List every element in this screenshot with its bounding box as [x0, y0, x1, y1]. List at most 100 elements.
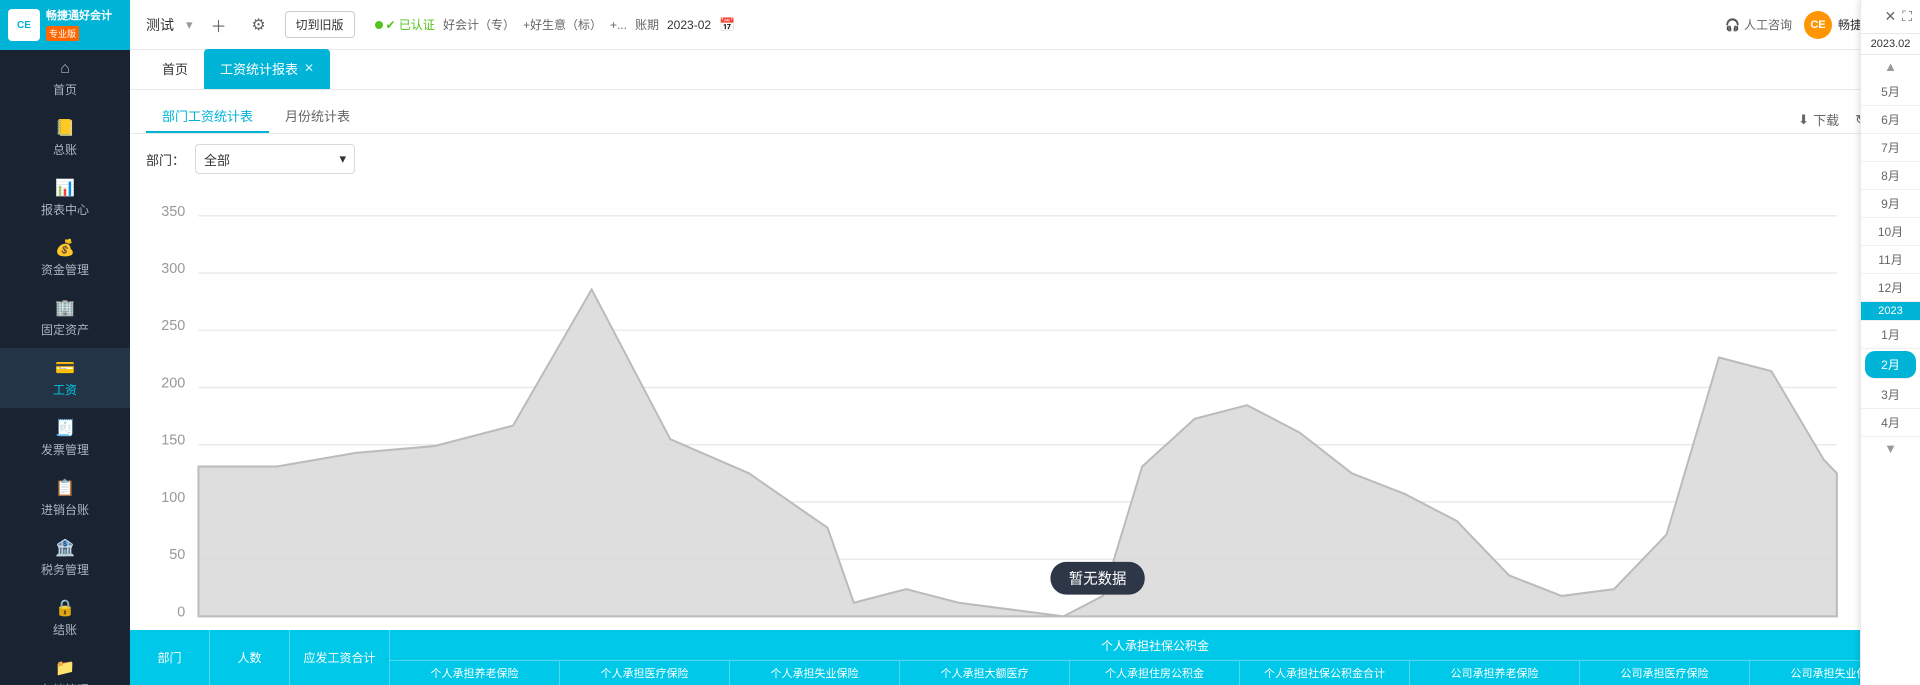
- sidebar-item-salary[interactable]: 💳 工资: [0, 348, 130, 408]
- good-business-text: +好生意（标）: [523, 16, 602, 33]
- sidebar-item-report-label: 报表中心: [41, 201, 89, 218]
- month-3[interactable]: 3月: [1861, 381, 1920, 409]
- right-panel: ✕ ⛶ 2023.02 ▲ 5月 6月 7月 8月 9月 10月 11月 12月…: [1860, 0, 1920, 685]
- subtab-dept[interactable]: 部门工资统计表: [146, 100, 269, 133]
- switch-old-version-btn[interactable]: 切到旧版: [285, 11, 355, 38]
- toolbar-left: 部门： 全部 ▾: [146, 144, 355, 174]
- logo-icon: CE: [8, 9, 40, 41]
- tab-salary-label: 工资统计报表: [220, 59, 298, 78]
- chart-svg: 0 50 100 150 200 250 300 350: [146, 194, 1850, 630]
- sidebar-item-archive-label: 归档管理: [41, 681, 89, 685]
- col-personal-major-medical: 个人承担大额医疗: [900, 661, 1070, 685]
- right-panel-top: ✕ ⛶: [1861, 0, 1920, 34]
- topbar-dropdown-arrow[interactable]: ▾: [186, 17, 193, 33]
- sidebar-item-invoice-label: 发票管理: [41, 441, 89, 458]
- close-panel-btn[interactable]: ✕: [1884, 8, 1896, 25]
- download-label: 下载: [1813, 110, 1839, 129]
- calendar-icon[interactable]: 📅: [719, 17, 735, 33]
- tab-home[interactable]: 首页: [146, 49, 204, 89]
- col-total-salary-label: 应发工资合计: [303, 649, 375, 666]
- right-panel-content: 2023.02 ▲ 5月 6月 7月 8月 9月 10月 11月 12月 202…: [1861, 34, 1920, 685]
- topbar-settings-btn[interactable]: ⚙: [245, 11, 273, 39]
- sidebar-item-home[interactable]: ⌂ 首页: [0, 50, 130, 108]
- month-11[interactable]: 11月: [1861, 246, 1920, 274]
- sidebar-item-fund-label: 资金管理: [41, 261, 89, 278]
- year-display[interactable]: 2023.02: [1861, 34, 1920, 55]
- group-label: 个人承担社保公积金: [390, 630, 1920, 660]
- assets-icon: 🏢: [55, 298, 75, 318]
- svg-text:200: 200: [161, 375, 185, 391]
- col-count: 人数: [210, 630, 290, 685]
- logo-badge: 专业版: [46, 26, 79, 41]
- certified-dot: [375, 21, 383, 29]
- prev-year-btn[interactable]: ▲: [1861, 55, 1920, 78]
- sidebar-item-ledger[interactable]: 📒 总账: [0, 108, 130, 168]
- sidebar-nav: ⌂ 首页 📒 总账 📊 报表中心 💰 资金管理 🏢 固定资产 💳 工资 🧾 发票…: [0, 50, 130, 685]
- topbar-add-btn[interactable]: ＋: [205, 11, 233, 39]
- sidebar: CE 畅捷通好会计 专业版 ⌂ 首页 📒 总账 📊 报表中心 💰 资金管理 🏢 …: [0, 0, 130, 685]
- main-content: 测试 ▾ ＋ ⚙ 切到旧版 ✔ 已认证 好会计（专） +好生意（标） +... …: [130, 0, 1920, 685]
- sidebar-item-invoice[interactable]: 🧾 发票管理: [0, 408, 130, 468]
- svg-text:150: 150: [161, 432, 185, 448]
- month-9[interactable]: 9月: [1861, 190, 1920, 218]
- good-accounting-text: 好会计（专）: [443, 16, 515, 33]
- month-7[interactable]: 7月: [1861, 134, 1920, 162]
- sidebar-item-fund[interactable]: 💰 资金管理: [0, 228, 130, 288]
- topbar: 测试 ▾ ＋ ⚙ 切到旧版 ✔ 已认证 好会计（专） +好生意（标） +... …: [130, 0, 1920, 50]
- tab-close-icon[interactable]: ✕: [304, 61, 314, 75]
- col-total-salary: 应发工资合计: [290, 630, 390, 685]
- svg-text:50: 50: [169, 547, 185, 563]
- month-4[interactable]: 4月: [1861, 409, 1920, 437]
- download-icon: ⬇: [1798, 112, 1809, 128]
- toolbar: 部门： 全部 ▾: [130, 134, 1920, 184]
- close-icon: 🔒: [55, 598, 75, 618]
- month-10[interactable]: 10月: [1861, 218, 1920, 246]
- month-12[interactable]: 12月: [1861, 274, 1920, 302]
- col-count-label: 人数: [237, 649, 261, 666]
- next-year-btn[interactable]: ▼: [1861, 437, 1920, 460]
- topbar-status: ✔ 已认证 好会计（专） +好生意（标） +... 账期 2023-02 📅: [375, 16, 736, 33]
- tab-salary-report[interactable]: 工资统计报表 ✕: [204, 49, 330, 89]
- svg-text:100: 100: [161, 490, 185, 506]
- tab-home-label: 首页: [162, 59, 188, 78]
- sidebar-item-close[interactable]: 🔒 结账: [0, 588, 130, 648]
- subtab-dept-label: 部门工资统计表: [162, 109, 253, 124]
- month-6[interactable]: 6月: [1861, 106, 1920, 134]
- group-personal-insurance: 个人承担社保公积金 个人承担养老保险 个人承担医疗保险 个人承担失业保险 个人承…: [390, 630, 1920, 685]
- help-btn[interactable]: 🎧 人工咨询: [1725, 16, 1792, 33]
- certified-status: ✔ 已认证: [375, 16, 435, 33]
- sidebar-item-archive[interactable]: 📁 归档管理: [0, 648, 130, 685]
- sidebar-item-report[interactable]: 📊 报表中心: [0, 168, 130, 228]
- report-icon: 📊: [55, 178, 75, 198]
- dept-value: 全部: [204, 150, 230, 169]
- sidebar-item-assets[interactable]: 🏢 固定资产: [0, 288, 130, 348]
- svg-text:300: 300: [161, 261, 185, 277]
- tax-icon: 🏦: [55, 538, 75, 558]
- download-btn[interactable]: ⬇ 下载: [1790, 106, 1847, 133]
- col-personal-medical: 个人承担医疗保险: [560, 661, 730, 685]
- period-value: 2023-02: [667, 18, 711, 32]
- col-dept-label: 部门: [157, 649, 181, 666]
- month-2-active[interactable]: 2月: [1865, 351, 1916, 379]
- month-1[interactable]: 1月: [1861, 321, 1920, 349]
- sales-icon: 📋: [55, 478, 75, 498]
- subtab-monthly[interactable]: 月份统计表: [269, 100, 366, 133]
- help-label: 人工咨询: [1744, 16, 1792, 33]
- col-company-pension: 公司承担养老保险: [1410, 661, 1580, 685]
- sidebar-logo: CE 畅捷通好会计 专业版: [0, 0, 130, 50]
- year-2023-label: 2023: [1861, 302, 1920, 321]
- ledger-icon: 📒: [55, 118, 75, 138]
- col-dept: 部门: [130, 630, 210, 685]
- month-8[interactable]: 8月: [1861, 162, 1920, 190]
- content-area: 部门工资统计表 月份统计表 ⬇ 下载 ↻ 刷新 部门： 全部 ▾: [130, 90, 1920, 685]
- dept-select[interactable]: 全部 ▾: [195, 144, 355, 174]
- period-label: 账期: [635, 16, 659, 33]
- headset-icon: 🎧: [1725, 18, 1740, 32]
- sub-cols: 个人承担养老保险 个人承担医疗保险 个人承担失业保险 个人承担大额医疗 个人承担…: [390, 660, 1920, 685]
- sidebar-item-sales[interactable]: 📋 进销台账: [0, 468, 130, 528]
- month-5[interactable]: 5月: [1861, 78, 1920, 106]
- sidebar-item-home-label: 首页: [53, 81, 77, 98]
- sidebar-item-tax[interactable]: 🏦 税务管理: [0, 528, 130, 588]
- expand-panel-btn[interactable]: ⛶: [1902, 8, 1912, 25]
- certified-text: ✔ 已认证: [386, 16, 435, 33]
